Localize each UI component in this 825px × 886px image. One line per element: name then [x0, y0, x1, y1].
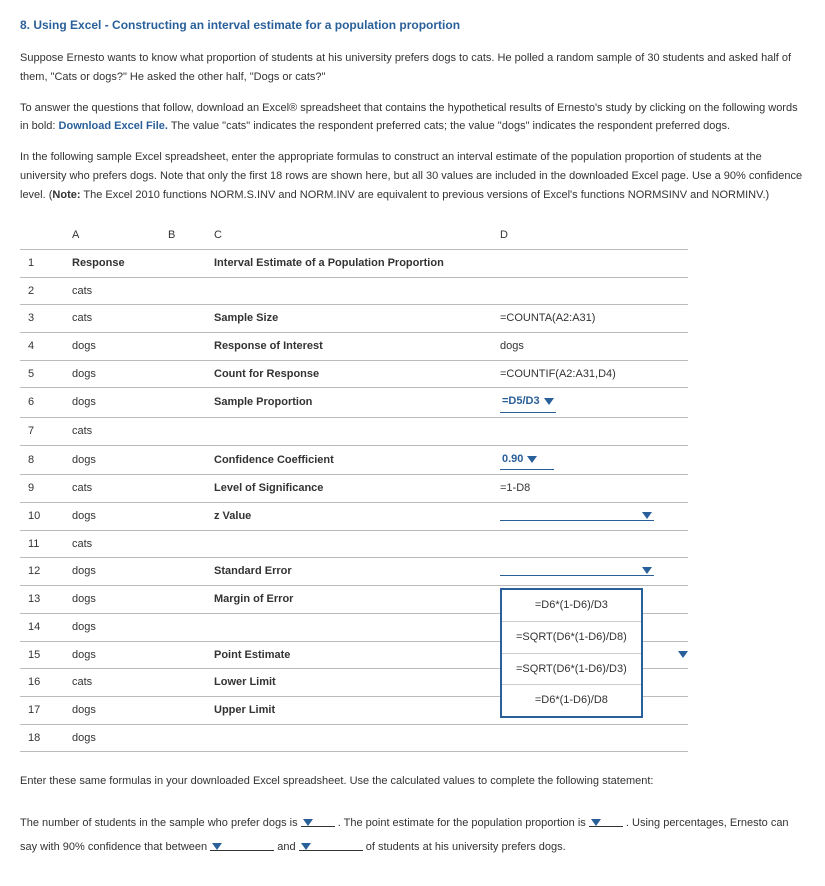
label: Lower Limit [206, 669, 492, 697]
row-num: 3 [20, 305, 64, 333]
stmt-2: . The point estimate for the population … [338, 817, 589, 829]
label: Upper Limit [206, 696, 492, 724]
cell: cats [64, 305, 160, 333]
sample-proportion-dropdown[interactable]: =D5/D3 [500, 392, 556, 413]
row-num: 12 [20, 558, 64, 586]
p3-text-b: The Excel 2010 functions NORM.S.INV and … [81, 189, 770, 201]
label: Sample Proportion [206, 388, 492, 418]
chevron-down-icon [212, 843, 222, 850]
stderr-dropdown[interactable] [500, 567, 654, 576]
cell: dogs [64, 445, 160, 475]
row-num: 16 [20, 669, 64, 697]
stmt-4: and [277, 841, 298, 853]
cell: dogs [64, 696, 160, 724]
chevron-down-icon [642, 512, 652, 519]
note-label: Note: [52, 189, 80, 201]
cell: dogs [64, 360, 160, 388]
row-num: 14 [20, 613, 64, 641]
row-num: 15 [20, 641, 64, 669]
formula: =COUNTIF(A2:A31,D4) [492, 360, 688, 388]
dd-value: 0.90 [502, 450, 523, 469]
chevron-down-icon [642, 567, 652, 574]
label: Confidence Coefficient [206, 445, 492, 475]
label: Standard Error [206, 558, 492, 586]
p2-text-b: The value "cats" indicates the responden… [171, 120, 730, 132]
row-num: 13 [20, 586, 64, 614]
row-num: 5 [20, 360, 64, 388]
intro-p2: To answer the questions that follow, dow… [20, 99, 805, 136]
option-4[interactable]: =D6*(1-D6)/D8 [502, 685, 641, 716]
col-header-a: A [64, 222, 160, 249]
excel-sheet: A B C D 1Response Interval Estimate of a … [20, 222, 688, 752]
chevron-down-icon [527, 456, 537, 463]
row-num: 11 [20, 530, 64, 558]
cell: dogs [64, 332, 160, 360]
row-num: 10 [20, 503, 64, 531]
formula: =COUNTA(A2:A31) [492, 305, 688, 333]
chevron-down-icon [301, 843, 311, 850]
fill-statement: The number of students in the sample who… [20, 811, 805, 859]
cell-c1: Interval Estimate of a Population Propor… [206, 249, 492, 277]
blank-lower[interactable] [210, 843, 274, 851]
chevron-down-icon [544, 398, 554, 405]
cell: dogs [64, 503, 160, 531]
cell: dogs [64, 586, 160, 614]
chevron-down-icon [303, 819, 313, 826]
stmt-1: The number of students in the sample who… [20, 817, 301, 829]
question-heading: 8. Using Excel - Constructing an interva… [20, 15, 805, 35]
option-3[interactable]: =SQRT(D6*(1-D6)/D3) [502, 654, 641, 686]
row-num: 7 [20, 418, 64, 446]
row-num: 9 [20, 475, 64, 503]
label: Response of Interest [206, 332, 492, 360]
row-num: 6 [20, 388, 64, 418]
cell: dogs [64, 558, 160, 586]
option-2[interactable]: =SQRT(D6*(1-D6)/D8) [502, 622, 641, 654]
confidence-coeff-dropdown[interactable]: 0.90 [500, 450, 554, 471]
cell: cats [64, 475, 160, 503]
blank-count[interactable] [301, 819, 335, 827]
cell: cats [64, 669, 160, 697]
label: Point Estimate [206, 641, 492, 669]
blank-point-estimate[interactable] [589, 819, 623, 827]
intro-p1: Suppose Ernesto wants to know what propo… [20, 49, 805, 86]
cell-a1: Response [64, 249, 160, 277]
row-num: 4 [20, 332, 64, 360]
row-num: 18 [20, 724, 64, 752]
label: Count for Response [206, 360, 492, 388]
after-table-instr: Enter these same formulas in your downlo… [20, 772, 805, 791]
stmt-5: of students at his university prefers do… [366, 841, 566, 853]
cell: cats [64, 418, 160, 446]
cell: dogs [64, 641, 160, 669]
cell: dogs [64, 613, 160, 641]
chevron-down-icon[interactable] [678, 651, 688, 658]
label: Margin of Error [206, 586, 492, 614]
chevron-down-icon [591, 819, 601, 826]
col-header-c: C [206, 222, 492, 249]
dd-value: =D5/D3 [502, 392, 540, 411]
label: Level of Significance [206, 475, 492, 503]
cell: cats [64, 530, 160, 558]
cell: cats [64, 277, 160, 305]
cell: dogs [64, 388, 160, 418]
zvalue-dropdown[interactable] [500, 512, 654, 521]
row-num: 8 [20, 445, 64, 475]
formula: =1-D8 [492, 475, 688, 503]
col-header-b: B [160, 222, 206, 249]
value: dogs [492, 332, 688, 360]
download-excel-link[interactable]: Download Excel File. [59, 120, 168, 132]
label: z Value [206, 503, 492, 531]
formula-options-popup: =D6*(1-D6)/D3 =SQRT(D6*(1-D6)/D8) =SQRT(… [500, 588, 643, 718]
cell: dogs [64, 724, 160, 752]
row-num: 1 [20, 249, 64, 277]
option-1[interactable]: =D6*(1-D6)/D3 [502, 590, 641, 622]
label: Sample Size [206, 305, 492, 333]
blank-upper[interactable] [299, 843, 363, 851]
row-num: 2 [20, 277, 64, 305]
col-header-d: D [492, 222, 688, 249]
row-num: 17 [20, 696, 64, 724]
intro-p3: In the following sample Excel spreadshee… [20, 148, 805, 204]
